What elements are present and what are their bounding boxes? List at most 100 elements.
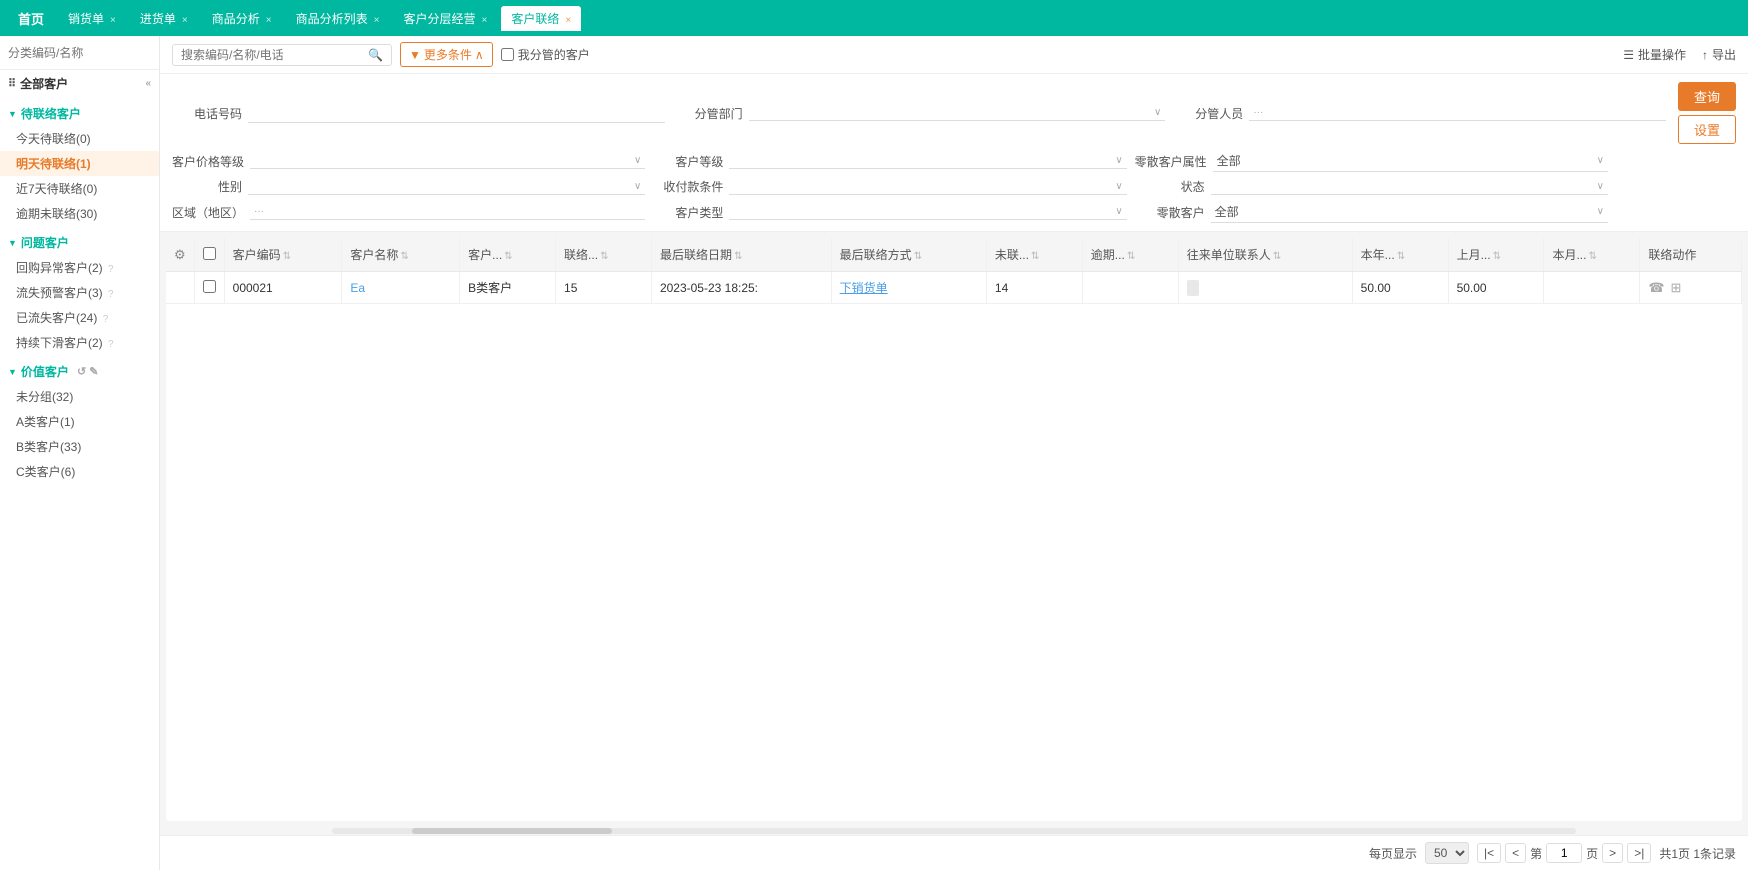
col-name: 客户名称⇅ (342, 238, 460, 272)
customer-level-select[interactable]: ∨ (729, 153, 1126, 169)
more-conditions-btn[interactable]: ▼ 更多条件 ∧ (400, 42, 493, 67)
sidebar-item-tomorrow[interactable]: 明天待联络(1) (0, 151, 159, 176)
status-select[interactable]: ∨ (1211, 179, 1608, 195)
horizontal-scrollbar[interactable] (160, 827, 1748, 835)
select-all-checkbox[interactable] (203, 247, 216, 260)
content-area: 🔍 ▼ 更多条件 ∧ 我分管的客户 ☰ 批量操作 ↑ 导出 (160, 36, 1748, 870)
my-customers-check-input[interactable] (501, 48, 514, 61)
manager-select[interactable]: ··· (1249, 105, 1666, 121)
action-grid-icon[interactable]: ⊞ (1671, 280, 1682, 296)
gear-icon[interactable]: ⚙ (174, 247, 186, 262)
sidebar-item-unclassified[interactable]: 未分组(32) (0, 384, 159, 409)
search-icon-btn[interactable]: 🔍 (368, 48, 383, 62)
sort-this-month[interactable]: ⇅ (1588, 251, 1596, 262)
filter-col-customer-type: 客户类型 ∨ (653, 204, 1126, 221)
page-input[interactable] (1546, 843, 1582, 863)
row-contact: 15 (556, 272, 652, 304)
sidebar-item-churn-warning[interactable]: 流失预警客户(3) ? (0, 280, 159, 305)
first-page-btn[interactable]: |< (1477, 843, 1501, 863)
sidebar-item-7days[interactable]: 近7天待联络(0) (0, 176, 159, 201)
nav-home[interactable]: 首页 (8, 5, 54, 32)
customer-level-label: 客户等级 (653, 153, 723, 170)
retail-customer-label: 零散客户 (1135, 204, 1205, 221)
query-button[interactable]: 查询 (1678, 82, 1736, 111)
nav-item-customer-tier[interactable]: 客户分层经营× (393, 6, 497, 31)
next-page-btn[interactable]: > (1602, 843, 1623, 863)
row-last-method: 下销货单 (831, 272, 986, 304)
manager-dots: ··· (1253, 107, 1263, 118)
sort-last-method[interactable]: ⇅ (914, 251, 922, 262)
sidebar-all-customers[interactable]: ⠿ 全部客户 « (0, 70, 159, 97)
sidebar-item-churned[interactable]: 已流失客户(24) ? (0, 305, 159, 330)
nav-item-purchase[interactable]: 进货单× (130, 6, 198, 31)
sidebar-item-class-b[interactable]: B类客户(33) (0, 434, 159, 459)
dept-chevron: ∨ (1154, 107, 1161, 118)
prev-page-btn[interactable]: < (1505, 843, 1526, 863)
col-this-month: 本月...⇅ (1544, 238, 1640, 272)
dept-select[interactable]: ∨ (749, 105, 1166, 121)
nav-item-product-analysis-list[interactable]: 商品分析列表× (286, 6, 390, 31)
col-type: 客户...⇅ (460, 238, 556, 272)
sort-name[interactable]: ⇅ (400, 251, 408, 262)
row-select-checkbox[interactable] (203, 280, 216, 293)
search-input-wrap: 🔍 (172, 44, 392, 66)
sidebar-item-class-c[interactable]: C类客户(6) (0, 459, 159, 484)
sidebar-item-class-a[interactable]: A类客户(1) (0, 409, 159, 434)
sidebar: 🔍 ⠿ 全部客户 « ▼ 待联络客户 今天待联络(0) 明天待联络(1) 近7天… (0, 36, 160, 870)
row-settings (166, 272, 194, 304)
sort-last-month[interactable]: ⇅ (1493, 251, 1501, 262)
sort-code[interactable]: ⇅ (283, 251, 291, 262)
batch-ops-btn[interactable]: ☰ 批量操作 (1623, 46, 1686, 63)
sort-last-date[interactable]: ⇅ (734, 251, 742, 262)
last-page-btn[interactable]: >| (1627, 843, 1651, 863)
sidebar-item-overdue[interactable]: 逾期未联络(30) (0, 201, 159, 226)
scrollbar-track[interactable] (332, 828, 1576, 834)
manager-label: 分管人员 (1173, 105, 1243, 122)
search-input[interactable] (181, 48, 364, 62)
filter-col-gender: 性别 ∨ (172, 178, 645, 195)
customer-type-label: 客户类型 (653, 204, 723, 221)
sort-pending[interactable]: ⇅ (1031, 251, 1039, 262)
scrollbar-thumb[interactable] (412, 828, 612, 834)
region-dots: ··· (254, 206, 264, 217)
sidebar-item-repurchase-anomaly[interactable]: 回购异常客户(2) ? (0, 255, 159, 280)
nav-item-sales[interactable]: 销货单× (58, 6, 126, 31)
sidebar-item-declining[interactable]: 持续下滑客户(2) ? (0, 330, 159, 355)
gender-select[interactable]: ∨ (248, 179, 645, 195)
row-name: Ea (342, 272, 460, 304)
payment-chevron: ∨ (1115, 181, 1122, 192)
col-code: 客户编码⇅ (224, 238, 342, 272)
help-icon-churned: ? (103, 314, 109, 325)
my-customers-checkbox[interactable]: 我分管的客户 (501, 46, 590, 63)
col-action: 联络动作 (1640, 238, 1742, 272)
region-select[interactable]: ··· (250, 204, 645, 220)
sidebar-group-value: ▼ 价值客户 ↺ ✎ (0, 359, 159, 384)
row-name-link[interactable]: Ea (350, 281, 365, 295)
retail-customer-select[interactable]: 全部 ∨ (1211, 201, 1608, 223)
export-btn[interactable]: ↑ 导出 (1702, 46, 1736, 63)
row-last-method-link[interactable]: 下销货单 (840, 281, 888, 295)
filter-col-retail-customer: 零散客户 全部 ∨ (1135, 201, 1608, 223)
nav-item-product-analysis[interactable]: 商品分析× (202, 6, 282, 31)
filter-row-4: 区域（地区） ··· 客户类型 ∨ 零散客户 全部 ∨ (172, 201, 1736, 223)
payment-label: 收付款条件 (653, 178, 723, 195)
customer-type-select[interactable]: ∨ (729, 204, 1126, 220)
sort-type[interactable]: ⇅ (504, 251, 512, 262)
page-suffix: 页 (1586, 845, 1598, 862)
filter-col-retail-attr: 零散客户属性 全部 ∨ (1135, 150, 1608, 172)
settings-button[interactable]: 设置 (1678, 115, 1736, 144)
sort-overdue[interactable]: ⇅ (1127, 251, 1135, 262)
sort-contacts[interactable]: ⇅ (1273, 251, 1281, 262)
page-size-select[interactable]: 50 (1425, 842, 1469, 864)
action-phone-icon[interactable]: ☎ (1648, 280, 1664, 296)
sort-this-year[interactable]: ⇅ (1397, 251, 1405, 262)
table-row: 000021 Ea B类客户 15 2023-05-23 18:25: 下销货单… (166, 272, 1742, 304)
sidebar-item-today[interactable]: 今天待联络(0) (0, 126, 159, 151)
sort-contact[interactable]: ⇅ (600, 251, 608, 262)
retail-attr-select[interactable]: 全部 ∨ (1213, 150, 1608, 172)
phone-input[interactable] (248, 104, 665, 123)
sidebar-search-input[interactable] (8, 46, 160, 60)
nav-item-customer-contact[interactable]: 客户联络× (501, 6, 581, 31)
price-level-select[interactable]: ∨ (250, 153, 645, 169)
payment-select[interactable]: ∨ (729, 179, 1126, 195)
